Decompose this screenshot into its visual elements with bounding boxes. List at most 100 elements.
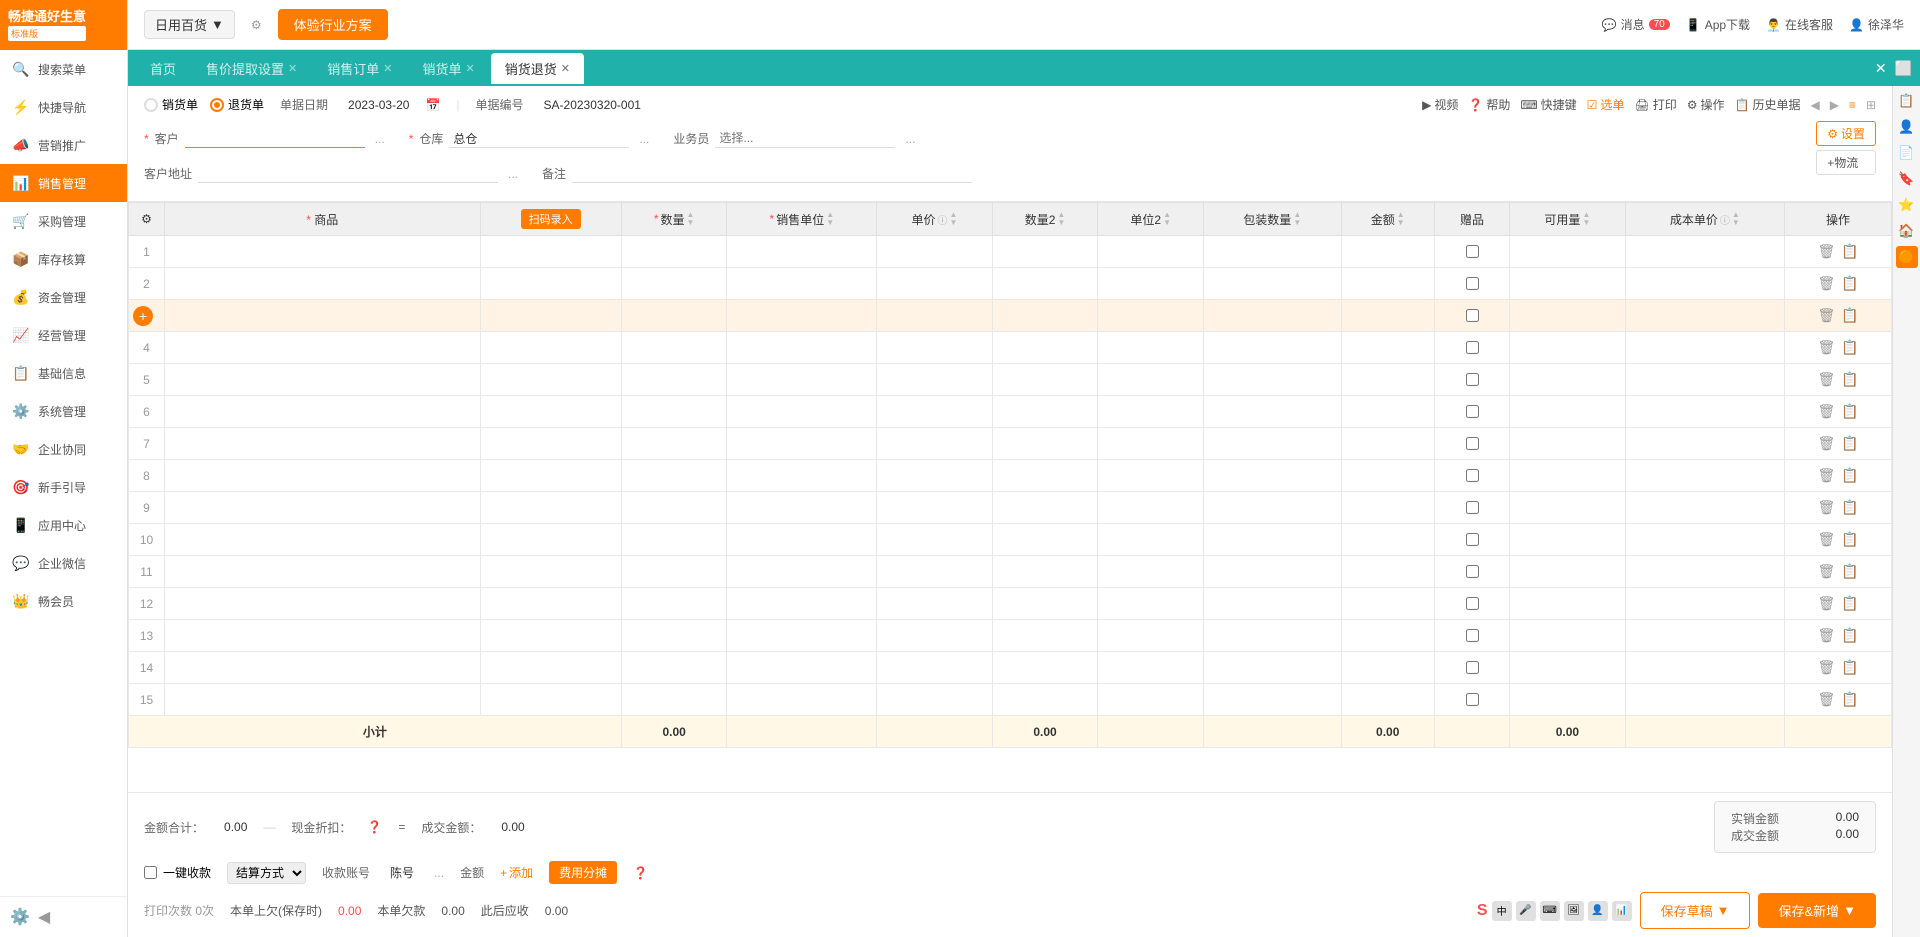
rs-item-7[interactable]: 🟠 — [1896, 246, 1918, 268]
amount-cell[interactable] — [1341, 268, 1434, 300]
sidebar-item-newbie[interactable]: 🎯 新手引导 — [0, 468, 127, 506]
input-icon-4[interactable]: 👤 — [1588, 901, 1608, 921]
copy-icon[interactable]: 📋 — [1841, 307, 1858, 324]
sidebar-item-shortcut[interactable]: ⚡ 快捷导航 — [0, 88, 127, 126]
available-cell[interactable] — [1510, 300, 1625, 332]
tab-home[interactable]: 首页 — [136, 53, 190, 84]
input-icon-5[interactable]: 📊 — [1612, 901, 1632, 921]
settings-side-btn[interactable]: ⚙ 设置 — [1816, 121, 1876, 146]
collapse-icon[interactable]: ◀ — [38, 907, 50, 927]
delete-icon[interactable]: 🗑 — [1817, 339, 1835, 356]
quantity-cell[interactable] — [621, 300, 727, 332]
gift-cell[interactable] — [1434, 300, 1509, 332]
list-view-icon[interactable]: ≡ — [1849, 98, 1856, 112]
delete-icon[interactable]: 🗑 — [1817, 275, 1835, 292]
delete-icon[interactable]: 🗑 — [1817, 371, 1835, 388]
delete-icon[interactable]: 🗑 — [1817, 467, 1835, 484]
copy-icon[interactable]: 📋 — [1841, 467, 1858, 484]
rs-item-5[interactable]: ⭐ — [1896, 194, 1918, 216]
price-cell[interactable] — [877, 300, 992, 332]
pack-qty-cell[interactable] — [1204, 236, 1341, 268]
copy-icon[interactable]: 📋 — [1841, 499, 1858, 516]
cost-cell[interactable] — [1625, 236, 1784, 268]
qty2-cell[interactable] — [992, 300, 1098, 332]
copy-icon[interactable]: 📋 — [1841, 563, 1858, 580]
address-input[interactable] — [198, 164, 498, 183]
rs-item-6[interactable]: 🏠 — [1896, 220, 1918, 242]
fee-split-btn[interactable]: 费用分摊 — [549, 861, 617, 884]
sidebar-item-enterprise[interactable]: 🤝 企业协同 — [0, 430, 127, 468]
sidebar-item-operation[interactable]: 📈 经营管理 — [0, 316, 127, 354]
staff-select-btn[interactable]: ... — [905, 132, 915, 146]
pack-qty-cell[interactable] — [1204, 300, 1341, 332]
logistics-btn[interactable]: +物流 — [1816, 150, 1876, 175]
gift-checkbox[interactable] — [1466, 469, 1479, 482]
radio-delivery[interactable]: 销货单 — [144, 96, 198, 113]
delete-icon[interactable]: 🗑 — [1817, 627, 1835, 644]
gift-checkbox[interactable] — [1466, 629, 1479, 642]
delete-icon[interactable]: 🗑 — [1817, 307, 1835, 324]
account-select-btn[interactable]: ... — [434, 866, 444, 880]
sidebar-item-marketing[interactable]: 📣 营销推广 — [0, 126, 127, 164]
calendar-icon[interactable]: 📅 — [425, 98, 440, 112]
tab-price-settings[interactable]: 售价提取设置 ✕ — [192, 53, 311, 84]
rs-item-4[interactable]: 🔖 — [1896, 168, 1918, 190]
delete-icon[interactable]: 🗑 — [1817, 403, 1835, 420]
delete-icon[interactable]: 🗑 — [1817, 595, 1835, 612]
sidebar-item-finance[interactable]: 💰 资金管理 — [0, 278, 127, 316]
quantity-cell[interactable] — [621, 268, 727, 300]
cost-cell[interactable] — [1625, 268, 1784, 300]
print-btn[interactable]: 🖨 打印 — [1634, 96, 1676, 113]
unit2-cell[interactable] — [1098, 236, 1204, 268]
copy-icon[interactable]: 📋 — [1841, 531, 1858, 548]
sidebar-item-wechat[interactable]: 💬 企业微信 — [0, 544, 127, 582]
th-barcode[interactable]: 扫码录入 — [480, 203, 621, 236]
address-select-btn[interactable]: ... — [508, 167, 518, 181]
select-btn[interactable]: ☑ 选单 — [1587, 96, 1625, 113]
online-service-btn[interactable]: 👨‍💼 在线客服 — [1766, 16, 1833, 33]
radio-return[interactable]: 退货单 — [210, 96, 264, 113]
price-cell[interactable] — [877, 268, 992, 300]
pack-qty-cell[interactable] — [1204, 268, 1341, 300]
grid-view-icon[interactable]: ⊞ — [1866, 98, 1876, 112]
customer-select-btn[interactable]: ... — [375, 132, 385, 146]
gift-checkbox[interactable] — [1466, 597, 1479, 610]
rs-item-1[interactable]: 📋 — [1896, 90, 1918, 112]
sidebar-item-search[interactable]: 🔍 搜索菜单 — [0, 50, 127, 88]
gift-checkbox[interactable] — [1466, 309, 1479, 322]
amount-cell[interactable] — [1341, 300, 1434, 332]
gift-checkbox[interactable] — [1466, 373, 1479, 386]
gift-checkbox[interactable] — [1466, 405, 1479, 418]
add-payment-btn[interactable]: + 添加 — [500, 864, 533, 881]
remark-input[interactable] — [572, 164, 972, 183]
unit-cell[interactable] — [727, 236, 877, 268]
sidebar-item-system[interactable]: ⚙️ 系统管理 — [0, 392, 127, 430]
available-cell[interactable] — [1510, 236, 1625, 268]
tab-maximize-icon[interactable]: ⬜ — [1895, 60, 1912, 77]
tab-sales-delivery[interactable]: 销货单 ✕ — [408, 53, 488, 84]
gift-checkbox[interactable] — [1466, 661, 1479, 674]
available-cell[interactable] — [1510, 268, 1625, 300]
unit2-cell[interactable] — [1098, 268, 1204, 300]
chinese-icon[interactable]: 中 — [1492, 901, 1512, 921]
warehouse-input[interactable] — [449, 129, 629, 148]
sidebar-item-appstore[interactable]: 📱 应用中心 — [0, 506, 127, 544]
history-btn[interactable]: 📋 历史单据 — [1734, 96, 1800, 113]
cost-cell[interactable] — [1625, 300, 1784, 332]
unit2-cell[interactable] — [1098, 300, 1204, 332]
gift-checkbox[interactable] — [1466, 277, 1479, 290]
experience-btn[interactable]: 体验行业方案 — [278, 9, 388, 40]
tab-sales-return[interactable]: 销货退货 ✕ — [491, 53, 584, 84]
message-btn[interactable]: 💬 消息 70 — [1602, 16, 1670, 33]
gift-checkbox[interactable] — [1466, 533, 1479, 546]
sidebar-item-sales[interactable]: 📊 销售管理 — [0, 164, 127, 202]
category-select[interactable]: 日用百货 ▼ — [144, 10, 235, 39]
sidebar-item-vip[interactable]: 👑 畅会员 — [0, 582, 127, 620]
tab-close-all-icon[interactable]: ✕ — [1875, 60, 1887, 77]
one-click-pay-checkbox[interactable] — [144, 866, 157, 879]
delete-icon[interactable]: 🗑 — [1817, 499, 1835, 516]
gift-checkbox[interactable] — [1466, 565, 1479, 578]
qty2-cell[interactable] — [992, 268, 1098, 300]
next-icon[interactable]: ▶ — [1830, 98, 1839, 112]
calc-method-select[interactable]: 结算方式 — [227, 862, 306, 884]
